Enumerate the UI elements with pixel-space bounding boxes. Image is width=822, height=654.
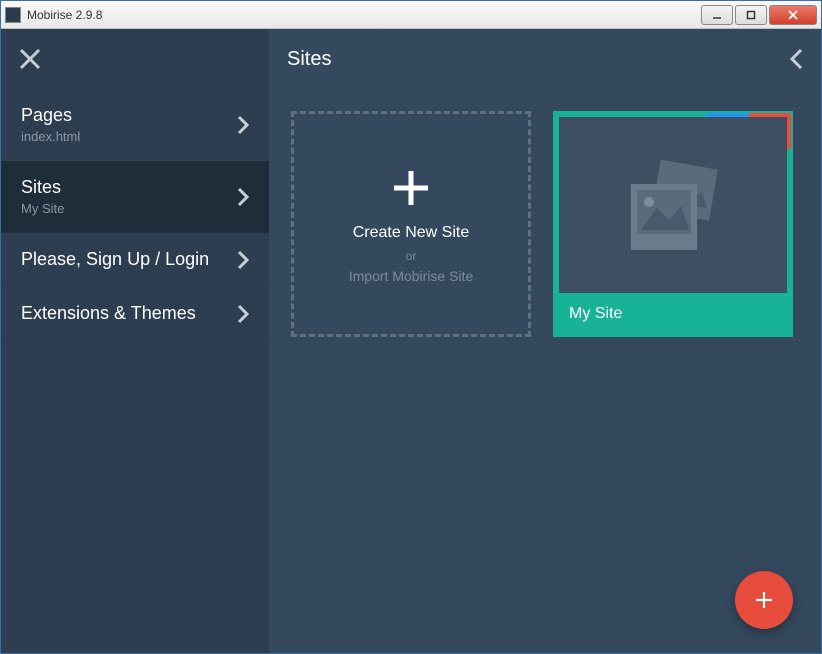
- app-body: Pages index.html Sites My Site Pleas: [1, 29, 821, 653]
- site-thumbnail: [559, 117, 787, 293]
- app-icon: [5, 7, 21, 23]
- image-placeholder-icon: [613, 150, 733, 260]
- plus-icon: [752, 588, 776, 612]
- maximize-icon: [745, 9, 757, 21]
- window-controls: [701, 5, 817, 25]
- titlebar: Mobirise 2.9.8: [1, 1, 821, 29]
- minimize-icon: [711, 9, 723, 21]
- sidebar-item-extensions[interactable]: Extensions & Themes: [1, 287, 269, 341]
- sidebar-top: [1, 29, 269, 89]
- sites-grid: Create New Site or Import Mobirise Site: [269, 89, 821, 359]
- sidebar-item-text: Please, Sign Up / Login: [21, 249, 209, 270]
- create-site-tile[interactable]: Create New Site or Import Mobirise Site: [291, 111, 531, 337]
- site-tile[interactable]: My Site: [553, 111, 793, 337]
- close-icon: [17, 46, 43, 72]
- import-site-link[interactable]: Import Mobirise Site: [349, 268, 473, 284]
- sidebar-item-signup[interactable]: Please, Sign Up / Login: [1, 233, 269, 287]
- chevron-left-icon: [789, 48, 803, 70]
- sidebar-item-title: Please, Sign Up / Login: [21, 249, 209, 270]
- sidebar-item-title: Pages: [21, 105, 80, 126]
- sidebar-item-text: Sites My Site: [21, 177, 64, 216]
- app-window: Mobirise 2.9.8: [0, 0, 822, 654]
- sidebar-item-text: Extensions & Themes: [21, 303, 196, 324]
- back-button[interactable]: [789, 48, 803, 70]
- page-title: Sites: [287, 48, 331, 71]
- create-site-or: or: [406, 249, 417, 263]
- site-name-label: My Site: [555, 293, 791, 335]
- sidebar-item-title: Sites: [21, 177, 64, 198]
- chevron-right-icon: [237, 304, 249, 324]
- sidebar-item-sub: My Site: [21, 201, 64, 216]
- create-site-label: Create New Site: [353, 224, 470, 242]
- sidebar: Pages index.html Sites My Site Pleas: [1, 29, 269, 653]
- sidebar-item-title: Extensions & Themes: [21, 303, 196, 324]
- close-panel-button[interactable]: [17, 46, 43, 72]
- chevron-right-icon: [237, 115, 249, 135]
- window-title: Mobirise 2.9.8: [27, 8, 701, 22]
- close-window-icon: [786, 8, 800, 22]
- sidebar-item-sub: index.html: [21, 129, 80, 144]
- sidebar-item-pages[interactable]: Pages index.html: [1, 89, 269, 161]
- minimize-button[interactable]: [701, 5, 733, 25]
- main-header: Sites: [269, 29, 821, 89]
- sidebar-item-sites[interactable]: Sites My Site: [1, 161, 269, 233]
- main-panel: Sites Create New Site or Import Mobirise…: [269, 29, 821, 653]
- close-window-button[interactable]: [769, 5, 817, 25]
- plus-icon: [388, 165, 434, 211]
- maximize-button[interactable]: [735, 5, 767, 25]
- sidebar-item-text: Pages index.html: [21, 105, 80, 144]
- add-fab-button[interactable]: [735, 571, 793, 629]
- chevron-right-icon: [237, 250, 249, 270]
- chevron-right-icon: [237, 187, 249, 207]
